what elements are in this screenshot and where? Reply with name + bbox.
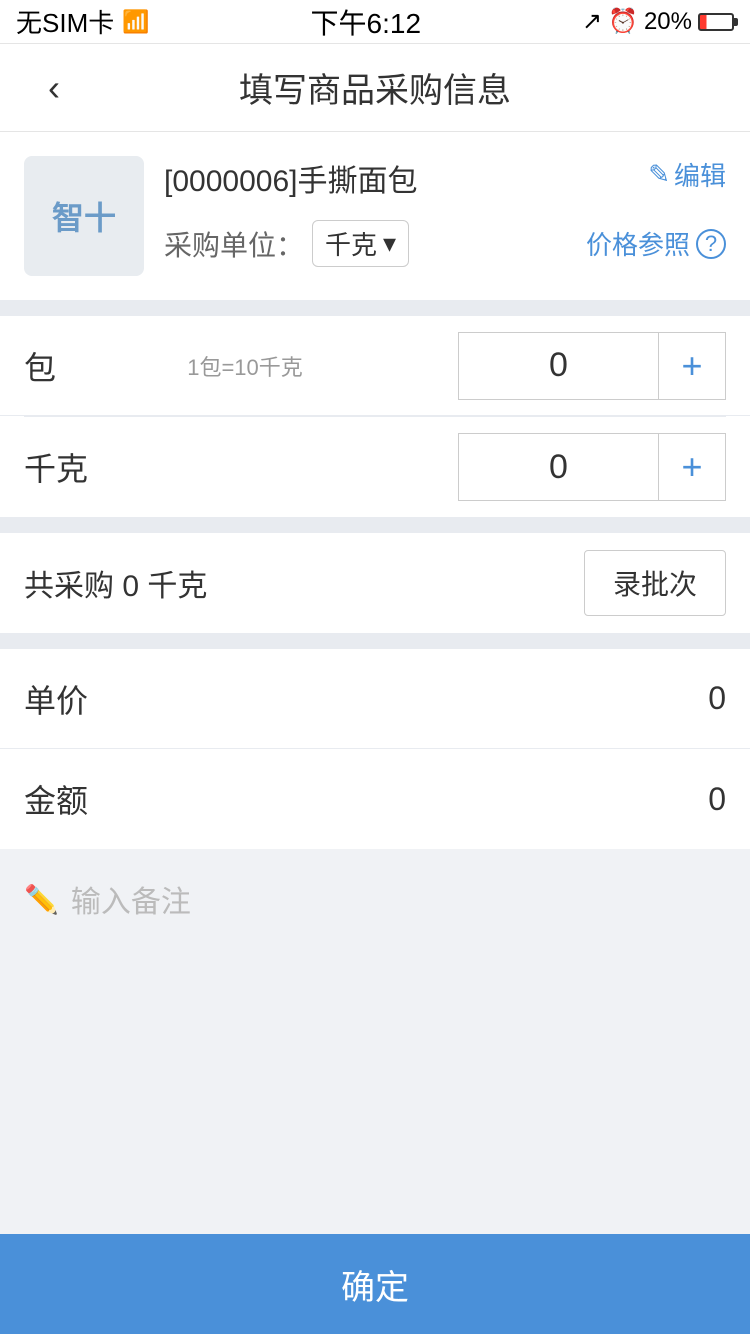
input-row-kg: 千克 + [0,417,750,517]
price-section: 单价 0 金额 0 [0,649,750,849]
back-button[interactable]: ‹ [24,58,84,118]
product-unit-row: 采购单位： 千克 ▾ 价格参照 ? [164,220,726,267]
product-info: [0000006]手撕面包 ✎ 编辑 采购单位： 千克 ▾ 价格参照 ? [164,156,726,267]
battery-percent: 20% [644,8,692,36]
unit-value: 千克 [325,225,377,262]
package-label: 包 [24,343,179,389]
edit-label: 编辑 [674,156,726,193]
package-input[interactable] [458,332,658,400]
price-reference-button[interactable]: 价格参照 ? [586,225,726,262]
confirm-label: 确定 [341,1260,409,1309]
unit-label: 采购单位： [164,224,304,264]
page-title: 填写商品采购信息 [239,63,511,112]
product-code: [0000006] [164,165,297,198]
kg-input[interactable] [458,433,658,501]
remark-section[interactable]: ✏️ 输入备注 [0,849,750,949]
confirm-button[interactable]: 确定 [0,1234,750,1334]
input-section: 包 1包=10千克 + 千克 + [0,316,750,517]
product-top-row: [0000006]手撕面包 ✎ 编辑 [164,156,726,200]
status-time: 下午6:12 [311,2,422,42]
kg-label: 千克 [24,444,241,490]
alarm-icon: ⏰ [608,7,638,36]
product-card: 智十 [0000006]手撕面包 ✎ 编辑 采购单位： 千克 ▾ 价格参照 ? [0,132,750,300]
nav-bar: ‹ 填写商品采购信息 [0,44,750,132]
summary-text: 共采购 0 千克 [24,561,207,605]
unit-selector: 采购单位： 千克 ▾ [164,220,409,267]
product-logo: 智十 [52,193,116,239]
price-ref-help-icon: ? [696,229,726,259]
remark-placeholder: 输入备注 [71,877,191,921]
amount-label: 金额 [24,776,88,822]
location-icon: ↗ [582,7,602,36]
package-input-control: + [458,332,726,400]
product-name: [0000006]手撕面包 [164,156,648,200]
unit-price-label: 单价 [24,676,88,722]
status-bar: 无SIM卡 📶 下午6:12 ↗ ⏰ 20% [0,0,750,44]
edit-button[interactable]: ✎ 编辑 [648,156,726,193]
amount-row: 金额 0 [0,749,750,849]
unit-price-value: 0 [708,680,726,717]
kg-plus-button[interactable]: + [658,433,726,501]
divider-3 [0,633,750,649]
product-image: 智十 [24,156,144,276]
amount-value: 0 [708,781,726,818]
kg-input-control: + [458,433,726,501]
price-ref-label: 价格参照 [586,225,690,262]
divider-2 [0,517,750,533]
chevron-down-icon: ▾ [383,228,396,259]
status-left: 无SIM卡 📶 [16,3,150,40]
battery-icon [698,13,734,31]
wifi-icon: 📶 [122,9,149,35]
input-row-package: 包 1包=10千克 + [0,316,750,416]
package-sublabel: 1包=10千克 [187,350,303,382]
batch-button[interactable]: 录批次 [584,550,726,616]
status-right: ↗ ⏰ 20% [582,7,734,36]
product-title: 手撕面包 [297,165,417,198]
unit-select-dropdown[interactable]: 千克 ▾ [312,220,409,267]
content-space [0,949,750,1229]
unit-price-row: 单价 0 [0,649,750,749]
edit-icon: ✎ [648,159,670,190]
pencil-icon: ✏️ [24,883,59,916]
package-plus-button[interactable]: + [658,332,726,400]
carrier-text: 无SIM卡 [16,3,114,40]
divider-1 [0,300,750,316]
summary-row: 共采购 0 千克 录批次 [0,533,750,633]
